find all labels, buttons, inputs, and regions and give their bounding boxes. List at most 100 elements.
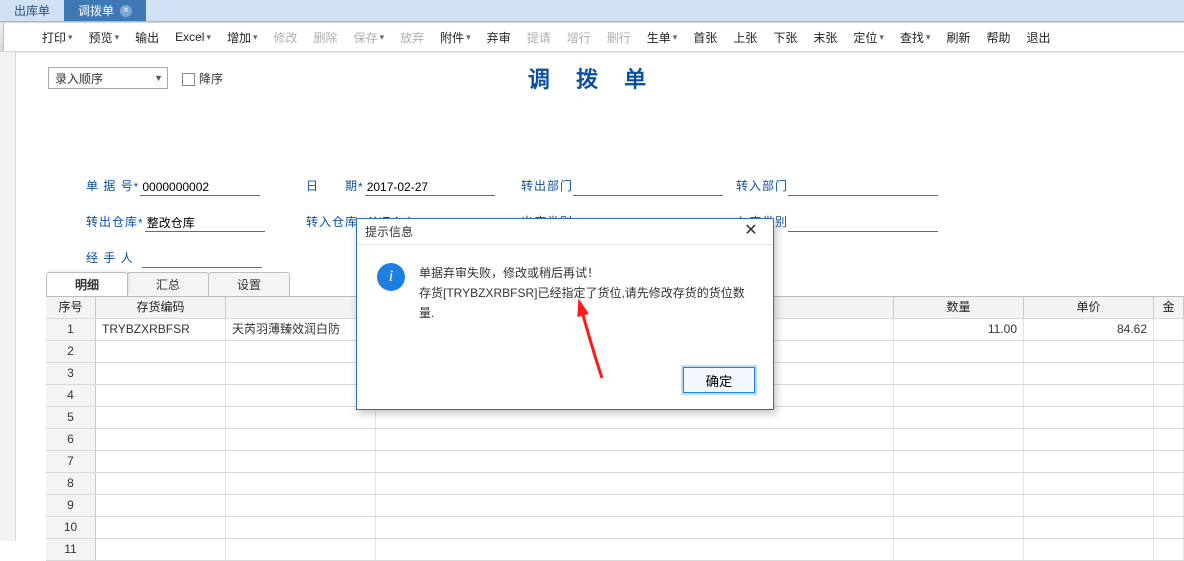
left-gutter <box>0 52 16 541</box>
toolbar-attach-button[interactable]: 附件▾ <box>432 23 479 51</box>
cell-gap <box>376 429 894 450</box>
toolbar-preview-button[interactable]: 预览▾ <box>81 23 128 51</box>
cell-qty <box>894 363 1024 384</box>
sort-order-combo[interactable]: 录入顺序 ▼ <box>48 67 168 89</box>
handler-input[interactable] <box>142 250 262 268</box>
toolbar-label: 输出 <box>135 29 159 46</box>
cell-no: 8 <box>46 473 96 494</box>
table-row[interactable]: 8 <box>46 473 1184 495</box>
required-star: * <box>358 180 365 196</box>
cell-no: 5 <box>46 407 96 428</box>
table-row[interactable]: 6 <box>46 429 1184 451</box>
toolbar-label: 增行 <box>567 29 591 46</box>
descending-checkbox[interactable]: 降序 <box>182 70 223 87</box>
table-row[interactable]: 9 <box>46 495 1184 517</box>
document-tab-transfer[interactable]: 调拨单 × <box>64 0 146 21</box>
chevron-down-icon: ▾ <box>206 32 211 43</box>
toolbar-output-button[interactable]: 输出 <box>127 23 167 51</box>
cell-no: 3 <box>46 363 96 384</box>
toolbar-add-button[interactable]: 增加▾ <box>219 23 266 51</box>
dialog-close-button[interactable]: ✕ <box>737 222 765 242</box>
cell-qty <box>894 407 1024 428</box>
cell-price <box>1024 429 1154 450</box>
chevron-down-icon: ▾ <box>466 32 471 43</box>
cell-no: 1 <box>46 319 96 340</box>
toolbar-label: 提请 <box>527 29 551 46</box>
col-header-price: 单价 <box>1024 297 1154 318</box>
cell-price <box>1024 539 1154 560</box>
cell-amt <box>1154 429 1184 450</box>
cell-name <box>226 363 376 384</box>
toolbar-label: 末张 <box>813 29 837 46</box>
cell-name <box>226 451 376 472</box>
cell-price <box>1024 451 1154 472</box>
table-row[interactable]: 5 <box>46 407 1184 429</box>
toolbar-print-button[interactable]: 打印▾ <box>34 23 81 51</box>
cell-amt <box>1154 473 1184 494</box>
detail-tab-bar: 明细 汇总 设置 <box>46 272 289 296</box>
doc-no-label: 单 据 号 <box>86 177 134 196</box>
toolbar-last-button[interactable]: 末张 <box>805 23 845 51</box>
chevron-down-icon: ▾ <box>68 32 73 43</box>
cell-qty: 11.00 <box>894 319 1024 340</box>
cell-gap <box>376 451 894 472</box>
toolbar-label: 保存 <box>354 29 378 46</box>
table-row[interactable]: 10 <box>46 517 1184 539</box>
dialog-titlebar[interactable]: 提示信息 ✕ <box>357 219 773 245</box>
toolbar-prev-button[interactable]: 上张 <box>725 23 765 51</box>
cell-code <box>96 495 226 516</box>
cell-price <box>1024 473 1154 494</box>
toolbar-label: 附件 <box>440 29 464 46</box>
toolbar-submit-button: 提请 <box>519 23 559 51</box>
required-star: * <box>134 180 141 196</box>
cell-name <box>226 385 376 406</box>
tab-settings[interactable]: 设置 <box>208 272 290 296</box>
toolbar-help-button[interactable]: 帮助 <box>978 23 1018 51</box>
toolbar-locate-button[interactable]: 定位▾ <box>845 23 892 51</box>
toolbar-label: 上张 <box>733 29 757 46</box>
cell-code <box>96 363 226 384</box>
cell-name <box>226 429 376 450</box>
toolbar-refresh-button[interactable]: 刷新 <box>938 23 978 51</box>
tab-detail[interactable]: 明细 <box>46 272 128 296</box>
toolbar-next-button[interactable]: 下张 <box>765 23 805 51</box>
out-wh-input[interactable] <box>145 214 265 232</box>
doc-no-input[interactable] <box>140 178 260 196</box>
toolbar-label: 弃审 <box>487 29 511 46</box>
date-input[interactable] <box>365 178 495 196</box>
toolbar-excel-button[interactable]: Excel▾ <box>167 23 219 51</box>
info-icon: i <box>377 263 405 291</box>
toolbar-gen-button[interactable]: 生单▾ <box>639 23 686 51</box>
cell-code <box>96 385 226 406</box>
required-star: * <box>138 216 145 232</box>
dialog-ok-button[interactable]: 确定 <box>683 367 755 393</box>
message-dialog: 提示信息 ✕ i 单据弃审失败，修改或稍后再试！ 存货[TRYBZXRBFSR]… <box>356 218 774 410</box>
close-icon[interactable]: × <box>120 5 132 17</box>
table-row[interactable]: 11 <box>46 539 1184 561</box>
toolbar-label: 下张 <box>773 29 797 46</box>
toolbar-exit-button[interactable]: 退出 <box>1018 23 1058 51</box>
cell-qty <box>894 473 1024 494</box>
toolbar-find-button[interactable]: 查找▾ <box>892 23 939 51</box>
table-row[interactable]: 7 <box>46 451 1184 473</box>
document-tab-outbound[interactable]: 出库单 <box>0 0 64 21</box>
checkbox-box <box>182 73 195 86</box>
toolbar-abandon-button: 放弃 <box>392 23 432 51</box>
checkbox-label: 降序 <box>199 72 223 86</box>
out-dept-input[interactable] <box>573 178 723 196</box>
toolbar: 打印▾预览▾输出Excel▾增加▾修改删除保存▾放弃附件▾弃审提请增行删行生单▾… <box>0 22 1184 52</box>
cell-qty <box>894 451 1024 472</box>
toolbar-label: 退出 <box>1026 29 1050 46</box>
cell-code <box>96 407 226 428</box>
cell-code <box>96 539 226 560</box>
cell-name <box>226 517 376 538</box>
toolbar-first-button[interactable]: 首张 <box>685 23 725 51</box>
cell-price <box>1024 341 1154 362</box>
cell-amt <box>1154 319 1184 340</box>
in-type-input[interactable] <box>788 214 938 232</box>
in-dept-input[interactable] <box>788 178 938 196</box>
col-header-amt: 金 <box>1154 297 1184 318</box>
cell-price <box>1024 363 1154 384</box>
tab-summary[interactable]: 汇总 <box>127 272 209 296</box>
toolbar-unaudit-button[interactable]: 弃审 <box>479 23 519 51</box>
